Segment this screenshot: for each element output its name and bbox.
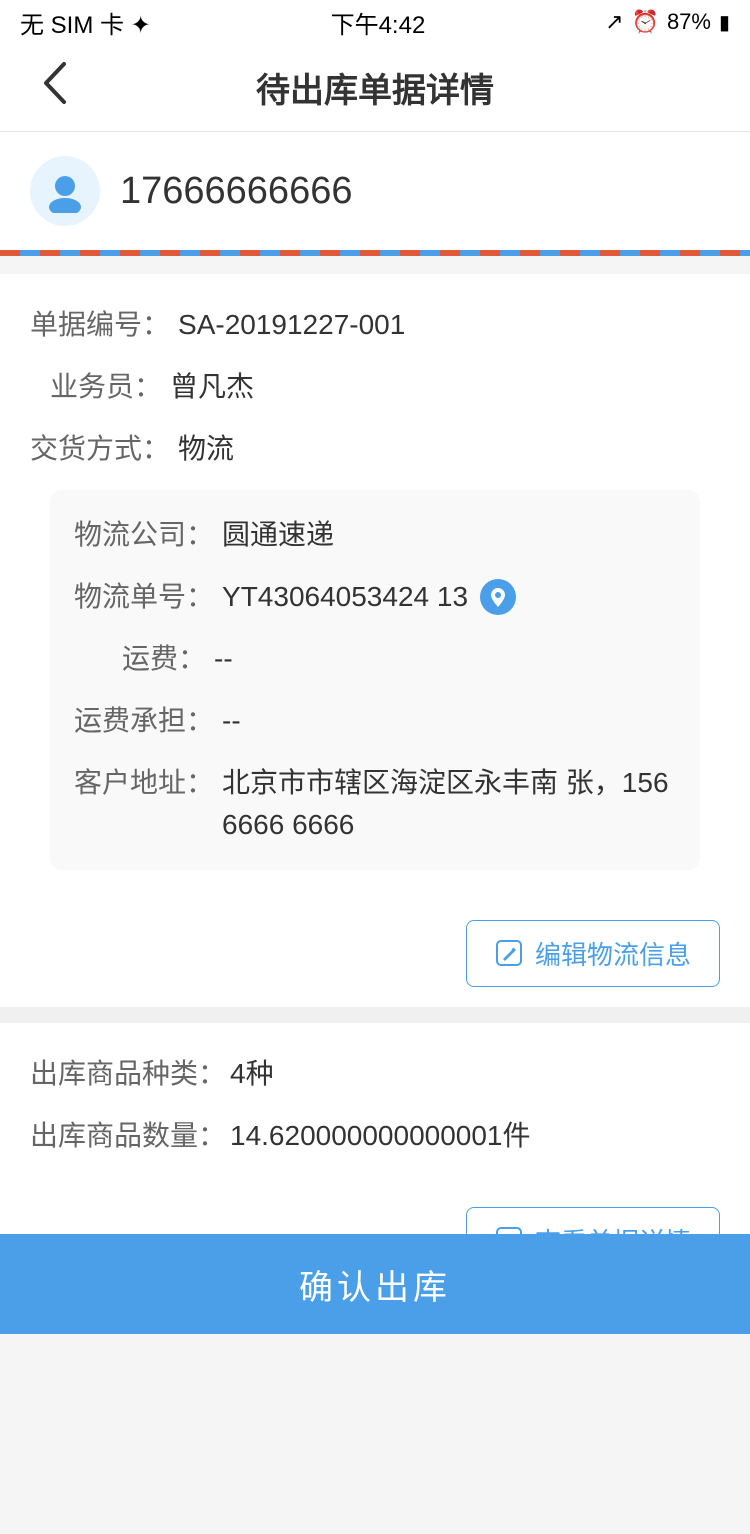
document-number-label: 单据编号：: [30, 304, 178, 346]
logistics-tracking-row: 物流单号： YT43064053424 13: [74, 576, 676, 618]
status-right: ↗ ⏰ 87% ▮: [605, 9, 730, 35]
edit-icon: [495, 939, 525, 969]
customer-header: 17666666666: [0, 132, 750, 250]
location-pin-icon[interactable]: [480, 579, 516, 615]
document-number-value: SA-20191227-001: [178, 304, 720, 346]
goods-type-row: 出库商品种类： 4种: [30, 1053, 720, 1095]
confirm-button-wrap[interactable]: 确认出库: [0, 1234, 750, 1334]
salesperson-label: 业务员：: [30, 366, 170, 408]
goods-qty-label: 出库商品数量：: [30, 1115, 230, 1157]
address-label: 客户地址：: [74, 762, 222, 804]
salesperson-value: 曾凡杰: [170, 366, 720, 408]
logistics-company-label: 物流公司：: [74, 514, 222, 556]
nav-bar: 待出库单据详情: [0, 44, 750, 132]
delivery-row: 交货方式： 物流: [30, 428, 720, 470]
freight-bearer-value: --: [222, 700, 676, 742]
logistics-company-row: 物流公司： 圆通速递: [74, 514, 676, 556]
document-info-section: 单据编号： SA-20191227-001 业务员： 曾凡杰 交货方式： 物流 …: [0, 274, 750, 900]
delivery-label: 交货方式：: [30, 428, 178, 470]
dashed-divider: [0, 250, 750, 256]
alarm-icon: ⏰: [632, 9, 659, 35]
goods-qty-value: 14.620000000000001件: [230, 1115, 531, 1157]
goods-type-label: 出库商品种类：: [30, 1053, 230, 1095]
logistics-tracking-value: YT43064053424 13: [222, 576, 676, 618]
logistics-card: 物流公司： 圆通速递 物流单号： YT43064053424 13 运费： --…: [50, 490, 700, 870]
confirm-button-label: 确认出库: [299, 1260, 451, 1309]
location-icon: ↗: [605, 9, 623, 35]
logistics-company-value: 圆通速递: [222, 514, 676, 556]
section-separator: [0, 1007, 750, 1023]
edit-logistics-section: 编辑物流信息: [0, 900, 750, 1007]
freight-label: 运费：: [74, 638, 214, 680]
address-value: 北京市市辖区海淀区永丰南 张，156 6666 6666: [222, 762, 676, 846]
salesperson-row: 业务员： 曾凡杰: [30, 366, 720, 408]
goods-section: 出库商品种类： 4种 出库商品数量： 14.620000000000001件: [0, 1023, 750, 1187]
edit-logistics-label: 编辑物流信息: [535, 935, 691, 972]
battery-text: 87%: [667, 9, 711, 35]
goods-type-value: 4种: [230, 1053, 274, 1095]
sim-wifi-text: 无 SIM 卡 ✦: [20, 5, 151, 40]
delivery-value: 物流: [178, 428, 720, 470]
status-left: 无 SIM 卡 ✦: [20, 5, 151, 40]
page-title: 待出库单据详情: [256, 63, 494, 112]
document-number-row: 单据编号： SA-20191227-001: [30, 304, 720, 346]
customer-phone: 17666666666: [120, 170, 352, 213]
address-row: 客户地址： 北京市市辖区海淀区永丰南 张，156 6666 6666: [74, 762, 676, 846]
back-button[interactable]: [30, 50, 78, 125]
avatar: [30, 156, 100, 226]
logistics-tracking-label: 物流单号：: [74, 576, 222, 618]
freight-bearer-label: 运费承担：: [74, 700, 222, 742]
freight-row: 运费： --: [74, 638, 676, 680]
freight-bearer-row: 运费承担： --: [74, 700, 676, 742]
status-bar: 无 SIM 卡 ✦ 下午4:42 ↗ ⏰ 87% ▮: [0, 0, 750, 44]
status-time: 下午4:42: [331, 5, 426, 40]
goods-qty-row: 出库商品数量： 14.620000000000001件: [30, 1115, 720, 1157]
freight-value: --: [214, 638, 676, 680]
edit-logistics-button[interactable]: 编辑物流信息: [466, 920, 720, 987]
battery-icon: ▮: [719, 10, 730, 35]
